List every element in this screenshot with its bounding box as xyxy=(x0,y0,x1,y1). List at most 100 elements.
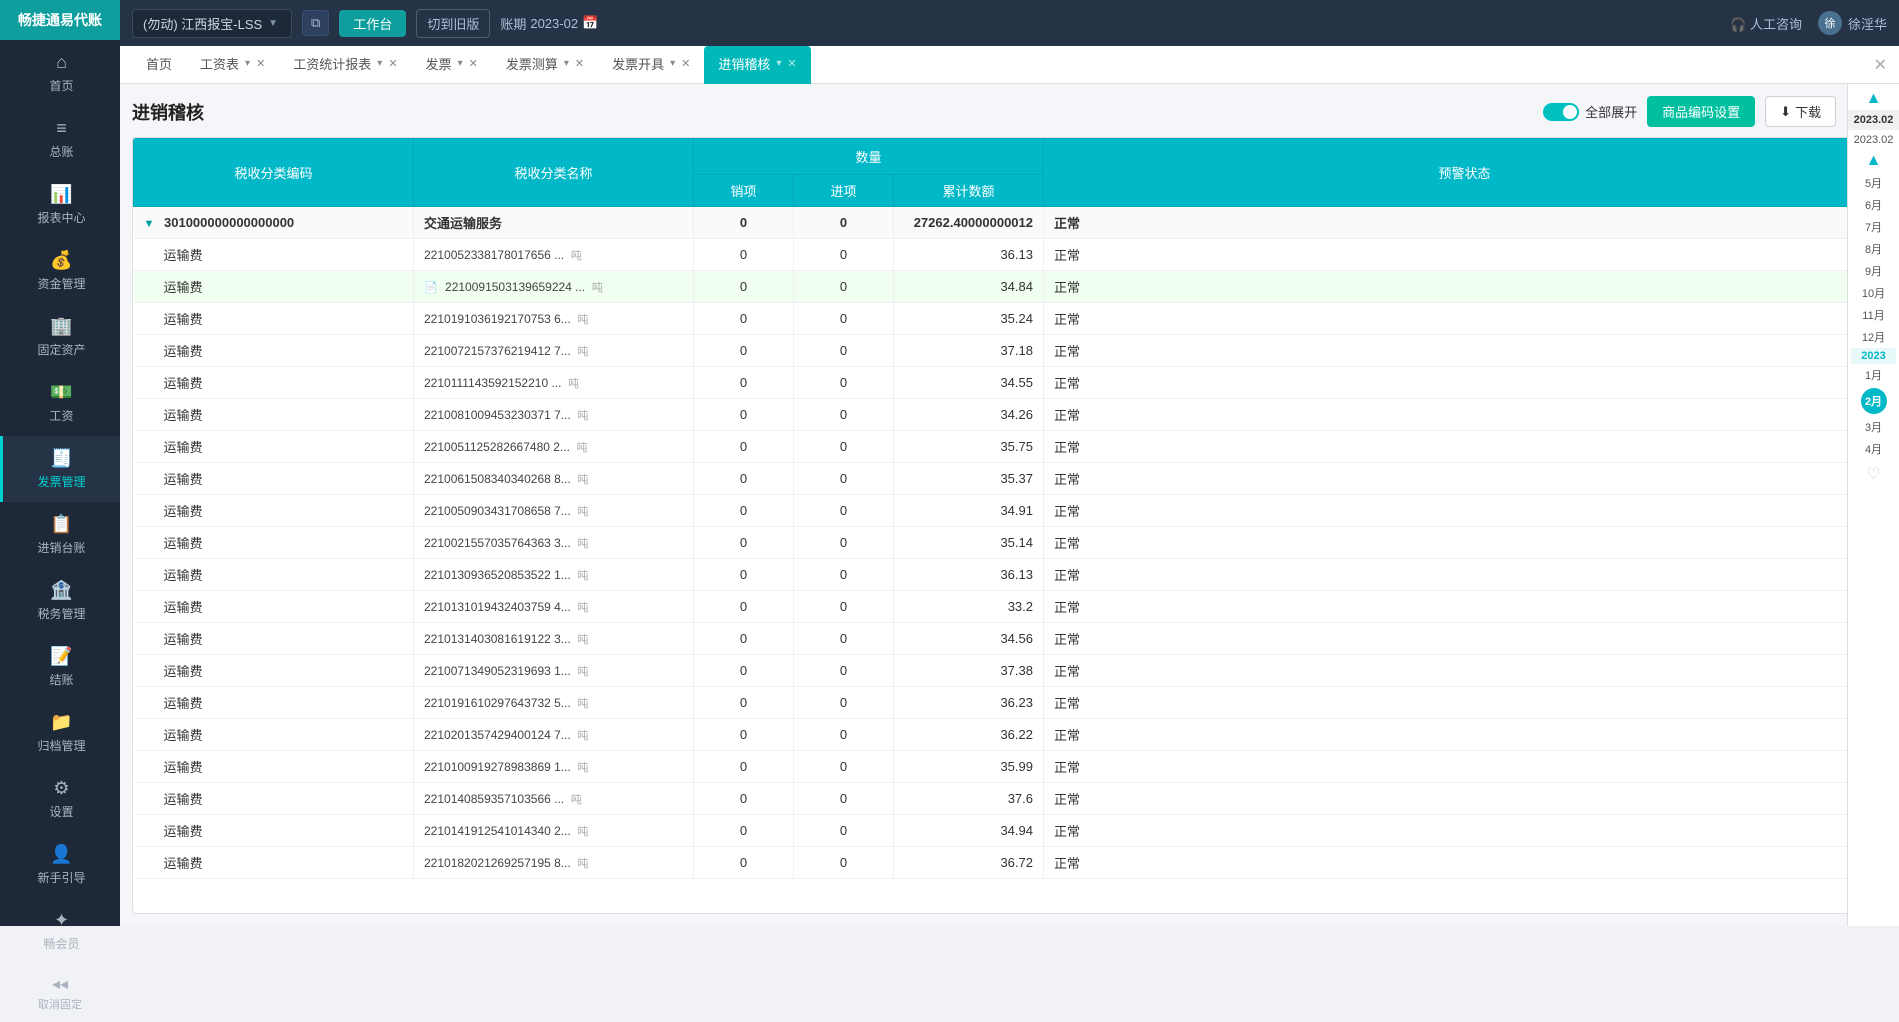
download-btn-label: 下载 xyxy=(1795,102,1821,121)
expand-icon[interactable]: ▼ xyxy=(144,218,155,230)
tab-invoice[interactable]: 发票 ▾ ✕ xyxy=(412,46,492,84)
sidebar-item-home[interactable]: ⌂ 首页 xyxy=(0,40,120,106)
data-code-cell: 2210141912541014340 2... 吨 xyxy=(414,815,694,847)
sidebar-item-label: 归档管理 xyxy=(37,737,85,754)
close-icon[interactable]: ✕ xyxy=(469,57,478,70)
month-4-2023[interactable]: 4月 xyxy=(1863,438,1884,460)
data-status-cell: 正常 xyxy=(1044,687,1886,719)
sidebar-item-invoice-mgmt[interactable]: 🧾 发票管理 xyxy=(0,436,120,502)
close-all-btn[interactable]: ✕ xyxy=(1874,55,1887,75)
expand-toggle[interactable] xyxy=(1543,103,1579,121)
data-sales-cell: 0 xyxy=(694,431,794,463)
app-logo: 畅捷通易代账 xyxy=(0,0,120,40)
close-icon[interactable]: ✕ xyxy=(787,57,796,70)
table-group-row: ▼ 301000000000000000 交通运输服务 0 0 27262.40… xyxy=(134,207,1886,239)
favorite-icon[interactable]: ♡ xyxy=(1866,464,1880,484)
month-12-2022[interactable]: 12月 xyxy=(1860,326,1887,348)
calendar-icon[interactable]: 📅 xyxy=(582,15,598,31)
archive-icon: 📁 xyxy=(50,712,72,733)
month-item[interactable]: 2023.02 xyxy=(1848,130,1899,150)
data-cumulative-cell: 36.23 xyxy=(894,687,1044,719)
sidebar-item-settlement[interactable]: 📝 结账 xyxy=(0,634,120,700)
close-icon[interactable]: ✕ xyxy=(388,57,397,70)
settings-btn-label: 商品编码设置 xyxy=(1662,102,1740,121)
sidebar-item-salary[interactable]: 💵 工资 xyxy=(0,370,120,436)
data-sales-cell: 0 xyxy=(694,847,794,879)
user-menu[interactable]: 徐 徐淫华 xyxy=(1818,11,1887,35)
data-code-cell: 2210201357429400124 7... 吨 xyxy=(414,719,694,751)
tab-invoice-open-label: 发票开具 xyxy=(612,54,664,73)
expand-toggle-wrap: 全部展开 xyxy=(1543,102,1637,121)
group-status-cell: 正常 xyxy=(1044,207,1886,239)
tab-salary-report[interactable]: 工资统计报表 ▾ ✕ xyxy=(279,46,411,84)
sidebar-item-assets[interactable]: 🏢 固定资产 xyxy=(0,304,120,370)
sidebar-item-capital[interactable]: 💰 资金管理 xyxy=(0,238,120,304)
sidebar-item-member[interactable]: ✦ 畅会员 xyxy=(0,898,120,964)
tab-invoice-open[interactable]: 发票开具 ▾ ✕ xyxy=(598,46,704,84)
chevron-down-icon: ▾ xyxy=(377,58,382,69)
month-2-2023-current[interactable]: 2月 xyxy=(1861,388,1887,414)
tab-sales-check[interactable]: 进销稽核 ▾ ✕ xyxy=(704,46,810,84)
month-10-2022[interactable]: 10月 xyxy=(1860,282,1887,304)
data-purchase-cell: 0 xyxy=(794,367,894,399)
data-status-cell: 正常 xyxy=(1044,751,1886,783)
data-code-cell: 2210072157376219412 7... 吨 xyxy=(414,335,694,367)
sidebar-item-settings[interactable]: ⚙ 设置 xyxy=(0,766,120,832)
data-code-cell: 2210111143592152210 ... 吨 xyxy=(414,367,694,399)
help-btn[interactable]: 🎧 人工咨询 xyxy=(1730,14,1802,33)
company-selector[interactable]: (勿动) 江西报宝-LSS ▼ xyxy=(132,9,292,38)
table-row: 运输费 2210061508340340268 8... 吨 0 0 35.37… xyxy=(134,463,1886,495)
data-purchase-cell: 0 xyxy=(794,239,894,271)
sidebar-item-archive[interactable]: 📁 归档管理 xyxy=(0,700,120,766)
sidebar-item-tax-mgmt[interactable]: 🏦 税务管理 xyxy=(0,568,120,634)
data-status-cell: 正常 xyxy=(1044,719,1886,751)
switch-version-btn[interactable]: 切到旧版 xyxy=(416,9,490,38)
ledger-icon: ≡ xyxy=(56,118,67,139)
panel-nav-up2[interactable]: ▲ xyxy=(1864,150,1884,172)
copy-btn[interactable]: ⧉ xyxy=(302,10,329,36)
tab-salary[interactable]: 工资表 ▾ ✕ xyxy=(186,46,279,84)
data-sales-cell: 0 xyxy=(694,719,794,751)
sidebar-item-reports[interactable]: 📊 报表中心 xyxy=(0,172,120,238)
download-icon: ⬇ xyxy=(1780,104,1791,120)
data-code-cell: 2210191610297643732 5... 吨 xyxy=(414,687,694,719)
sidebar-item-ledger[interactable]: ≡ 总账 xyxy=(0,106,120,172)
month-9-2022[interactable]: 9月 xyxy=(1863,260,1884,282)
sidebar-item-sales-ledger[interactable]: 📋 进销台账 xyxy=(0,502,120,568)
download-btn[interactable]: ⬇ 下载 xyxy=(1765,96,1836,127)
table-row: 运输费 2210140859357103566 ... 吨 0 0 37.6 正… xyxy=(134,783,1886,815)
unpin-btn[interactable]: ◂◂ 取消固定 xyxy=(0,964,120,1022)
data-code-cell: 2210191036192170753 6... 吨 xyxy=(414,303,694,335)
topbar-right: 🎧 人工咨询 徐 徐淫华 xyxy=(1730,11,1887,35)
tab-home[interactable]: 首页 xyxy=(132,46,186,84)
data-status-cell: 正常 xyxy=(1044,367,1886,399)
data-code-cell: 2210131403081619122 3... 吨 xyxy=(414,623,694,655)
data-name-cell: 运输费 xyxy=(134,335,414,367)
sidebar-item-guide[interactable]: 👤 新手引导 xyxy=(0,832,120,898)
sidebar-item-label: 发票管理 xyxy=(37,473,85,490)
data-purchase-cell: 0 xyxy=(794,495,894,527)
data-table: 税收分类编码 税收分类名称 数量 预警状态 销项 进项 累计数额 ▼ 30100… xyxy=(133,138,1886,879)
data-table-container: 税收分类编码 税收分类名称 数量 预警状态 销项 进项 累计数额 ▼ 30100… xyxy=(132,137,1887,914)
data-sales-cell: 0 xyxy=(694,751,794,783)
month-5-2022[interactable]: 5月 xyxy=(1863,172,1884,194)
chevron-down-icon: ▾ xyxy=(564,58,569,69)
sidebar-item-label: 固定资产 xyxy=(37,341,85,358)
data-code-cell: 📄 2210091503139659224 ... 吨 xyxy=(414,271,694,303)
month-8-2022[interactable]: 8月 xyxy=(1863,238,1884,260)
month-3-2023[interactable]: 3月 xyxy=(1863,416,1884,438)
data-sales-cell: 0 xyxy=(694,591,794,623)
month-1-2023[interactable]: 1月 xyxy=(1863,364,1884,386)
panel-nav-up[interactable]: ▲ xyxy=(1864,88,1884,110)
settings-btn[interactable]: 商品编码设置 xyxy=(1647,96,1755,127)
close-icon[interactable]: ✕ xyxy=(575,57,584,70)
close-icon[interactable]: ✕ xyxy=(256,57,265,70)
workbench-btn[interactable]: 工作台 xyxy=(339,10,406,37)
month-7-2022[interactable]: 7月 xyxy=(1863,216,1884,238)
sidebar-item-label: 首页 xyxy=(49,77,73,94)
tab-invoice-calc[interactable]: 发票测算 ▾ ✕ xyxy=(492,46,598,84)
close-icon[interactable]: ✕ xyxy=(681,57,690,70)
month-6-2022[interactable]: 6月 xyxy=(1863,194,1884,216)
data-cumulative-cell: 36.13 xyxy=(894,239,1044,271)
month-11-2022[interactable]: 11月 xyxy=(1860,304,1886,326)
